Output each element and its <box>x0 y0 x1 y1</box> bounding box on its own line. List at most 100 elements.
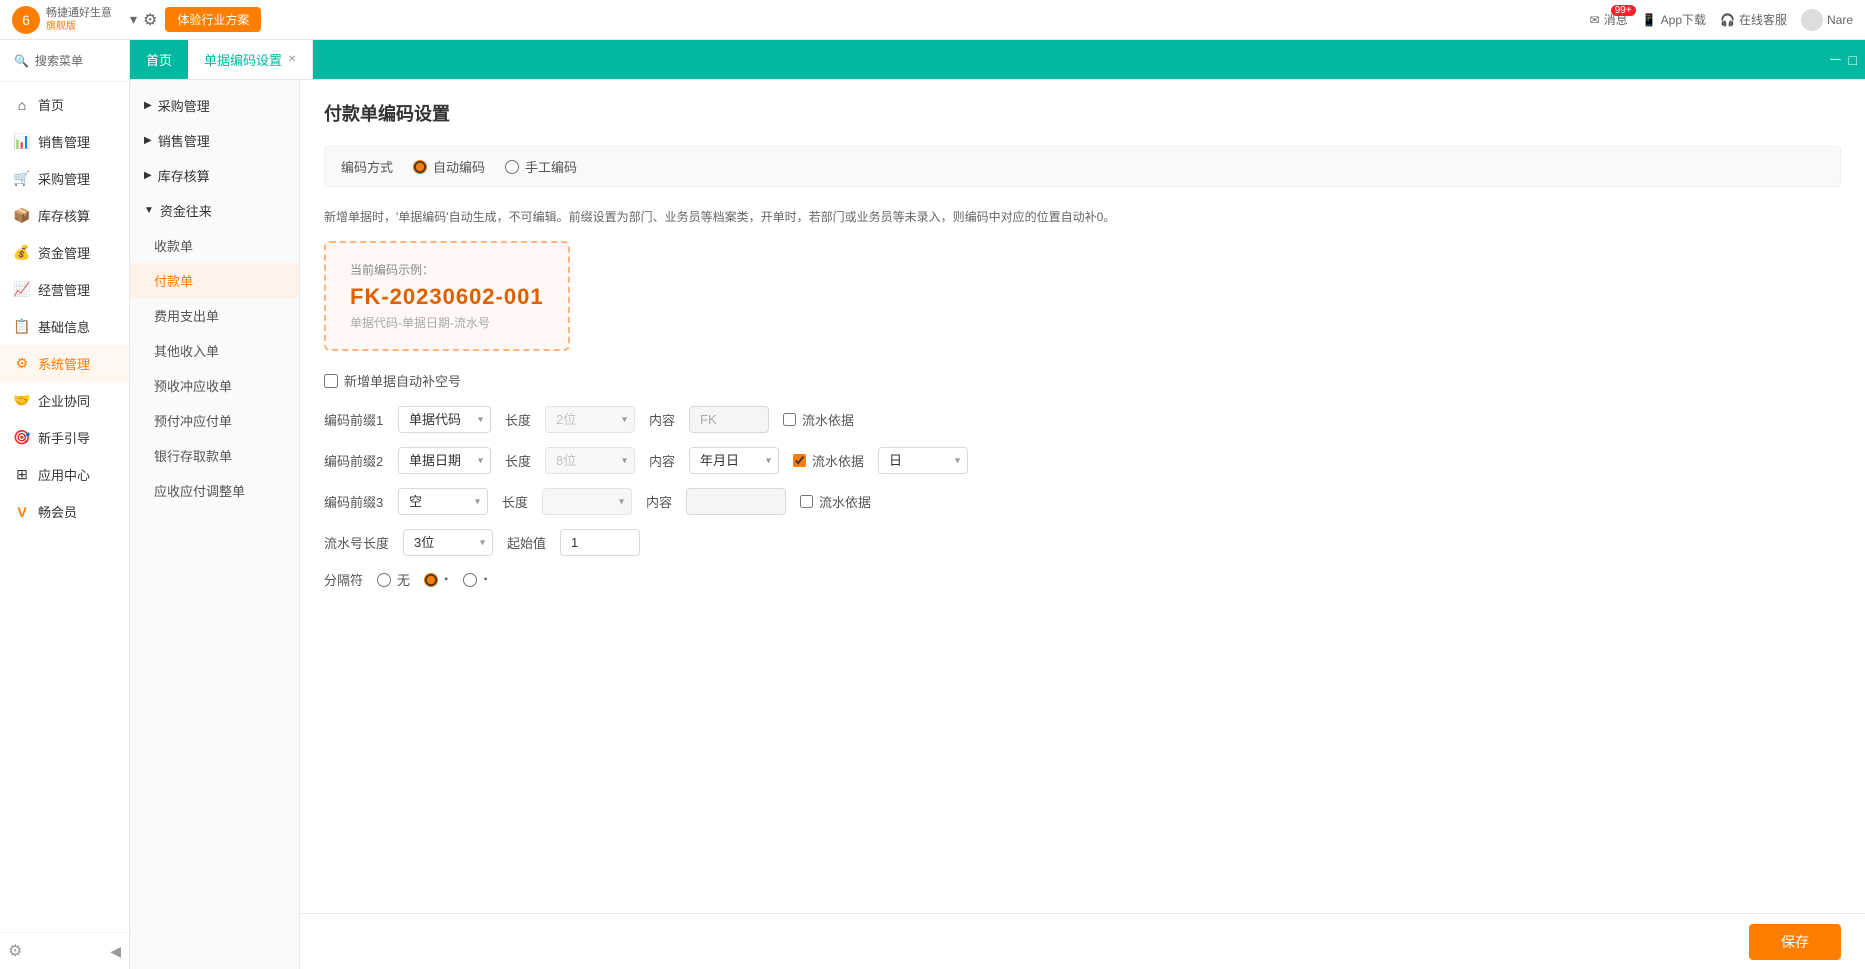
sidebar-item-home[interactable]: ⌂ 首页 <box>0 86 129 123</box>
sidebar-item-finance[interactable]: 💰 资金管理 <box>0 234 129 271</box>
app-download-btn[interactable]: 📱 App下载 <box>1642 11 1706 28</box>
serial-length-wrapper: 3位 <box>403 529 493 556</box>
search-icon: 🔍 <box>14 54 29 68</box>
search-menu-btn[interactable]: 🔍 搜索菜单 <box>8 48 121 73</box>
start-value-label: 起始值 <box>507 533 546 552</box>
prefix2-content-select[interactable]: 年月日 <box>689 447 779 474</box>
serial-row: 流水号长度 3位 起始值 <box>324 529 1841 556</box>
prefix1-select-wrapper: 单据代码 <box>398 406 491 433</box>
separator-none-radio[interactable]: 无 <box>377 570 410 589</box>
sub-menu-title-fund[interactable]: ▼ 资金往来 <box>130 193 299 228</box>
separator-dot2-radio[interactable]: · <box>463 571 488 589</box>
prefix1-content-input[interactable] <box>689 406 769 433</box>
prefix3-select[interactable]: 空 <box>398 488 488 515</box>
code-preview-box: 当前编码示例： FK-20230602-001 单据代码-单据日期-流水号 <box>324 241 570 351</box>
main-panel: 付款单编码设置 编码方式 自动编码 手工编码 <box>300 80 1865 969</box>
sidebar-search-area: 🔍 搜索菜单 <box>0 40 129 82</box>
tab-home[interactable]: 首页 <box>130 40 188 79</box>
sidebar-collapse-icon[interactable]: ◀ <box>110 943 121 960</box>
prefix2-date-select-wrapper: 日 <box>878 447 968 474</box>
prefix3-content-input[interactable] <box>686 488 786 515</box>
sub-menu-item-advance-offset[interactable]: 预付冲应付单 <box>130 403 299 438</box>
prefix2-content-label: 内容 <box>649 451 675 470</box>
sidebar-item-apps[interactable]: ⊞ 应用中心 <box>0 456 129 493</box>
sidebar-item-enterprise[interactable]: 🤝 企业协同 <box>0 382 129 419</box>
prefix1-select[interactable]: 单据代码 <box>398 406 491 433</box>
auto-encoding-radio[interactable]: 自动编码 <box>413 157 485 176</box>
main-content: 付款单编码设置 编码方式 自动编码 手工编码 <box>300 80 1865 913</box>
prefix3-length-select[interactable] <box>542 488 632 515</box>
message-btn[interactable]: ✉ 消息 99+ <box>1590 11 1628 28</box>
sub-menu-title-inventory[interactable]: ▶ 库存核算 <box>130 158 299 193</box>
nav-dropdown[interactable]: ▾ <box>130 11 137 28</box>
sub-menu-item-prepay-offset[interactable]: 预收冲应收单 <box>130 368 299 403</box>
logo: 6 畅捷通好生意 旗舰版 <box>12 6 112 34</box>
sub-menu-item-other-income[interactable]: 其他收入单 <box>130 333 299 368</box>
tab-minimize-icon[interactable]: － <box>1829 50 1843 70</box>
sub-menu-title-purchase[interactable]: ▶ 采购管理 <box>130 88 299 123</box>
message-icon: ✉ <box>1590 13 1600 27</box>
prefix3-serial-check[interactable] <box>800 495 813 508</box>
prefix3-label: 编码前缀3 <box>324 492 384 511</box>
sidebar-item-sales[interactable]: 📊 销售管理 <box>0 123 129 160</box>
prefix1-row: 编码前缀1 单据代码 长度 2位 内容 <box>324 406 1841 433</box>
system-icon: ⚙ <box>14 356 30 372</box>
start-value-input[interactable] <box>560 529 640 556</box>
chevron-right-icon: ▶ <box>144 100 152 111</box>
sub-menu-item-payment[interactable]: 付款单 <box>130 263 299 298</box>
prefix2-content-wrapper: 年月日 <box>689 447 779 474</box>
sub-menu-item-receipt[interactable]: 收款单 <box>130 228 299 263</box>
sub-menu-inventory: ▶ 库存核算 <box>130 158 299 193</box>
tab-maximize-icon[interactable]: □ <box>1849 52 1857 68</box>
sub-menu-title-sales[interactable]: ▶ 销售管理 <box>130 123 299 158</box>
chevron-right-icon3: ▶ <box>144 170 152 181</box>
home-icon: ⌂ <box>14 97 30 113</box>
separator-dot-radio[interactable]: · <box>424 571 449 589</box>
tab-bar-actions: － □ <box>1821 50 1865 70</box>
prefix1-serial-checkbox[interactable]: 流水依据 <box>783 410 854 429</box>
purchase-icon: 🛒 <box>14 171 30 187</box>
prefix1-serial-check[interactable] <box>783 413 796 426</box>
auto-fill-checkbox-row[interactable]: 新增单据自动补空号 <box>324 371 1841 390</box>
prefix3-length-label: 长度 <box>502 492 528 511</box>
code-preview-label: 当前编码示例： <box>350 261 544 278</box>
prefix3-serial-checkbox[interactable]: 流水依据 <box>800 492 871 511</box>
tab-encoding-settings[interactable]: 单据编码设置 ✕ <box>188 40 313 79</box>
prefix1-length-label: 长度 <box>505 410 531 429</box>
sub-menu-item-ar-ap-adjust[interactable]: 应收应付调整单 <box>130 473 299 508</box>
prefix3-content-label: 内容 <box>646 492 672 511</box>
manual-encoding-radio[interactable]: 手工编码 <box>505 157 577 176</box>
sidebar-item-basic[interactable]: 📋 基础信息 <box>0 308 129 345</box>
prefix2-serial-checkbox[interactable]: 流水依据 <box>793 451 864 470</box>
serial-length-select[interactable]: 3位 <box>403 529 493 556</box>
settings-icon[interactable]: ⚙ <box>143 10 157 30</box>
service-icon: 🎧 <box>1720 13 1735 27</box>
sidebar-item-inventory[interactable]: 📦 库存核算 <box>0 197 129 234</box>
sidebar-item-purchase[interactable]: 🛒 采购管理 <box>0 160 129 197</box>
tab-close-icon[interactable]: ✕ <box>288 54 296 65</box>
user-avatar <box>1801 9 1823 31</box>
guide-icon: 🎯 <box>14 430 30 446</box>
industry-btn[interactable]: 体验行业方案 <box>165 7 261 32</box>
prefix2-date-select[interactable]: 日 <box>878 447 968 474</box>
sidebar-bottom: ⚙ ◀ <box>0 932 129 969</box>
sub-menu-item-bank[interactable]: 银行存取款单 <box>130 438 299 473</box>
sidebar-item-guide[interactable]: 🎯 新手引导 <box>0 419 129 456</box>
sidebar-settings-icon[interactable]: ⚙ <box>8 941 22 961</box>
online-service-btn[interactable]: 🎧 在线客服 <box>1720 11 1787 28</box>
sub-menu-item-expense[interactable]: 费用支出单 <box>130 298 299 333</box>
sidebar-item-system[interactable]: ⚙ 系统管理 <box>0 345 129 382</box>
sidebar-item-operation[interactable]: 📈 经营管理 <box>0 271 129 308</box>
user-info[interactable]: Nare <box>1801 9 1853 31</box>
prefix2-serial-check[interactable] <box>793 454 806 467</box>
logo-text: 畅捷通好生意 旗舰版 <box>46 6 112 33</box>
topbar-nav: ▾ ⚙ <box>130 10 157 30</box>
prefix2-length-select[interactable]: 8位 <box>545 447 635 474</box>
sidebar-item-member[interactable]: V 畅会员 <box>0 493 129 530</box>
prefix1-length-select[interactable]: 2位 <box>545 406 635 433</box>
prefix1-length-wrapper: 2位 <box>545 406 635 433</box>
save-button[interactable]: 保存 <box>1749 924 1841 960</box>
auto-fill-checkbox[interactable] <box>324 374 338 388</box>
prefix2-select[interactable]: 单据日期 <box>398 447 491 474</box>
prefix2-row: 编码前缀2 单据日期 长度 8位 内容 <box>324 447 1841 474</box>
